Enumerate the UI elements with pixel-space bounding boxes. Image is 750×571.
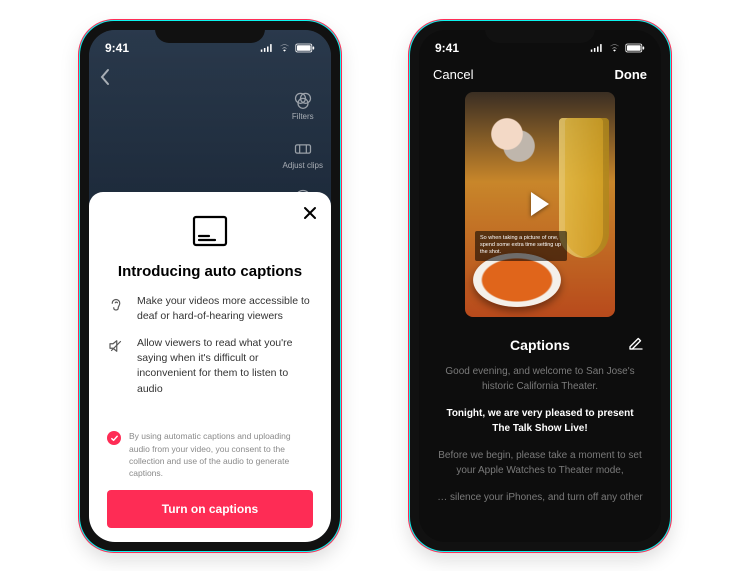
transcript-line[interactable]: … silence your iPhones, and turn off any… xyxy=(437,490,643,505)
overlay-caption: So when taking a picture of one, spend s… xyxy=(475,231,567,260)
consent-row: By using automatic captions and uploadin… xyxy=(107,430,313,479)
filters-tool[interactable]: Filters xyxy=(292,90,314,121)
status-icons xyxy=(590,43,645,53)
status-time: 9:41 xyxy=(105,41,129,55)
sheet-title: Introducing auto captions xyxy=(107,263,313,280)
feature-accessibility-text: Make your videos more accessible to deaf… xyxy=(137,294,313,324)
captions-header: Captions xyxy=(419,330,661,360)
signal-icon xyxy=(260,43,274,53)
feature-accessibility: Make your videos more accessible to deaf… xyxy=(107,294,313,324)
status-time: 9:41 xyxy=(435,41,459,55)
notch xyxy=(485,21,595,43)
turn-on-captions-button[interactable]: Turn on captions xyxy=(107,490,313,528)
phone-right: 9:41 Cancel Done So when taking a pictur… xyxy=(410,21,670,551)
edit-captions-button[interactable] xyxy=(627,334,645,357)
back-button[interactable] xyxy=(99,68,110,91)
captions-editor-nav: Cancel Done xyxy=(419,60,661,90)
cancel-button[interactable]: Cancel xyxy=(433,67,473,82)
pencil-icon xyxy=(627,334,645,352)
consent-text: By using automatic captions and uploadin… xyxy=(129,430,313,479)
consent-check-icon xyxy=(107,431,121,445)
screen-left: 9:41 Filters Adjust clips xyxy=(89,30,331,542)
video-preview[interactable]: So when taking a picture of one, spend s… xyxy=(465,92,615,317)
mute-icon xyxy=(107,336,127,397)
ear-icon xyxy=(107,294,127,324)
adjust-clips-label: Adjust clips xyxy=(283,161,323,170)
captions-hero-icon xyxy=(191,214,229,253)
wifi-icon xyxy=(278,43,291,53)
battery-icon xyxy=(625,43,645,53)
battery-icon xyxy=(295,43,315,53)
transcript-list[interactable]: Good evening, and welcome to San Jose's … xyxy=(419,364,661,542)
adjust-clips-tool[interactable]: Adjust clips xyxy=(283,139,323,170)
filters-label: Filters xyxy=(292,112,314,121)
filters-icon xyxy=(293,90,313,110)
adjust-clips-icon xyxy=(293,139,313,159)
notch xyxy=(155,21,265,43)
preview-art-hand xyxy=(483,110,543,170)
close-icon xyxy=(301,204,319,222)
done-button[interactable]: Done xyxy=(615,67,648,82)
wifi-icon xyxy=(608,43,621,53)
feature-read-along-text: Allow viewers to read what you're saying… xyxy=(137,336,313,397)
editor-side-toolbar: Filters Adjust clips xyxy=(283,90,323,208)
auto-captions-sheet: Introducing auto captions Make your vide… xyxy=(89,192,331,542)
close-button[interactable] xyxy=(301,204,319,222)
preview-art-plate xyxy=(473,253,561,307)
status-icons xyxy=(260,43,315,53)
phone-left: 9:41 Filters Adjust clips xyxy=(80,21,340,551)
signal-icon xyxy=(590,43,604,53)
screen-right: 9:41 Cancel Done So when taking a pictur… xyxy=(419,30,661,542)
captions-title: Captions xyxy=(510,337,570,353)
play-button[interactable] xyxy=(531,192,549,216)
transcript-line[interactable]: Good evening, and welcome to San Jose's … xyxy=(437,364,643,394)
transcript-line-active[interactable]: Tonight, we are very pleased to present … xyxy=(437,406,643,436)
transcript-line[interactable]: Before we begin, please take a moment to… xyxy=(437,448,643,478)
feature-read-along: Allow viewers to read what you're saying… xyxy=(107,336,313,397)
